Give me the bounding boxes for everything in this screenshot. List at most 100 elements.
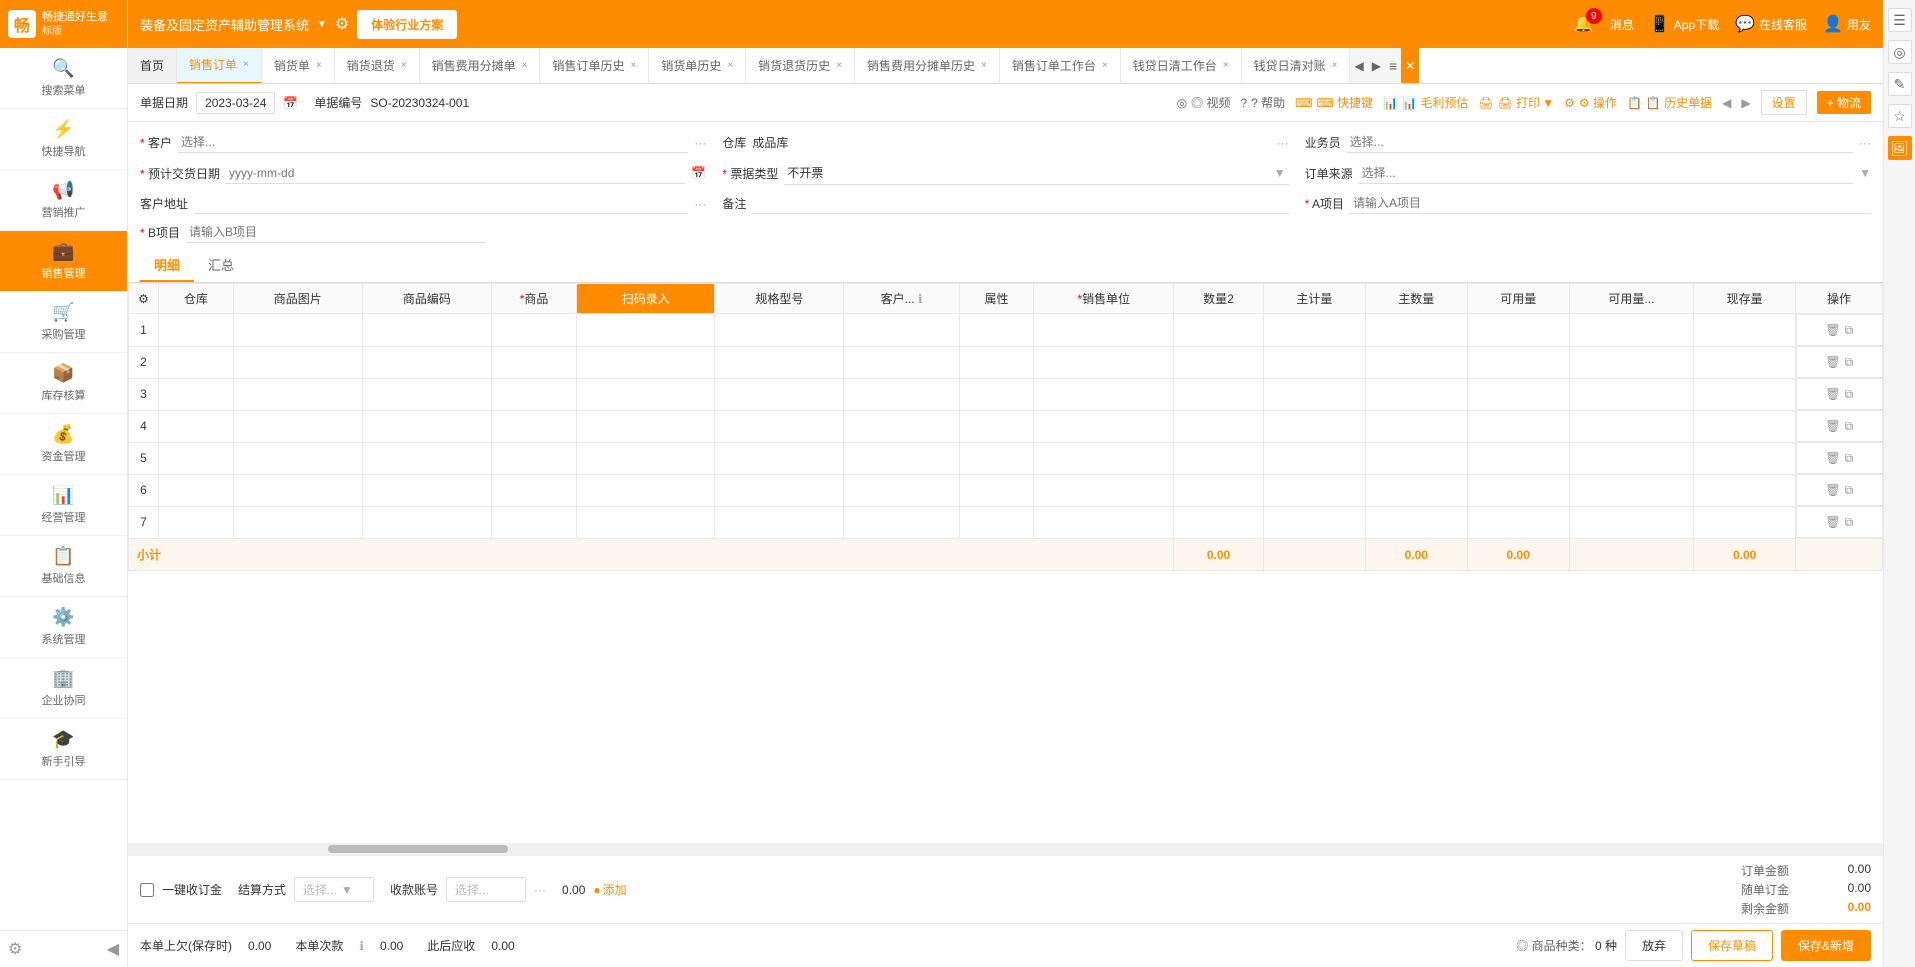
- toolbar-profit-btn[interactable]: 📊 📊 毛利预估: [1383, 94, 1468, 111]
- row-6-cr[interactable]: [844, 474, 959, 506]
- tab-close-sales-return[interactable]: ×: [316, 60, 322, 71]
- warehouse-more-icon[interactable]: ···: [1277, 136, 1289, 150]
- row-3-mq[interactable]: [1365, 378, 1467, 410]
- row-6-spec[interactable]: [715, 474, 844, 506]
- toolbar-history-btn[interactable]: 📋 📋 历史单据: [1627, 94, 1712, 111]
- row-1-delete-icon[interactable]: 🗑: [1825, 323, 1840, 337]
- row-1-product-image[interactable]: [233, 314, 362, 347]
- b-project-input[interactable]: [186, 222, 486, 243]
- tab-order-workbench[interactable]: 销售订单工作台 ×: [1000, 48, 1121, 84]
- row-4-av[interactable]: [1467, 410, 1569, 442]
- row-5-q2[interactable]: [1174, 442, 1264, 474]
- row-4-s[interactable]: [577, 410, 715, 442]
- topbar-settings-icon[interactable]: ⚙: [335, 14, 349, 34]
- delivery-calendar-icon[interactable]: 📅: [691, 166, 706, 180]
- tab-close-receivable-workbench[interactable]: ×: [1223, 60, 1229, 71]
- scrollbar-thumb[interactable]: [328, 845, 508, 853]
- tab-refund-history[interactable]: 销货退货历史 ×: [746, 48, 855, 84]
- row-2-spec[interactable]: [715, 346, 844, 378]
- tab-detail[interactable]: 明细: [140, 249, 194, 282]
- sidebar-item-shortcut[interactable]: ⚡ 快捷导航: [0, 109, 127, 170]
- row-7-mu[interactable]: [1263, 506, 1365, 539]
- row-5-pi[interactable]: [233, 442, 362, 474]
- row-6-s[interactable]: [577, 474, 715, 506]
- row-7-pc[interactable]: [362, 506, 491, 539]
- row-1-sales-unit[interactable]: [1034, 314, 1174, 347]
- row-7-su[interactable]: [1034, 506, 1174, 539]
- sidebar-item-purchase[interactable]: 🛒 采购管理: [0, 292, 127, 353]
- row-1-scan[interactable]: [577, 314, 715, 347]
- row-3-su[interactable]: [1034, 378, 1174, 410]
- tab-close-receivable-reconcile[interactable]: ×: [1332, 60, 1338, 71]
- row-1-warehouse[interactable]: [159, 314, 234, 347]
- toolbar-nav-next[interactable]: ▶: [1741, 96, 1750, 110]
- row-3-delete-icon[interactable]: 🗑: [1825, 387, 1840, 401]
- tab-receivable-workbench[interactable]: 钱贷日清工作台 ×: [1121, 48, 1242, 84]
- row-2-main-unit[interactable]: [1263, 346, 1365, 378]
- row-1-attributes[interactable]: [959, 314, 1034, 347]
- settings-button[interactable]: 设置: [1761, 90, 1807, 115]
- address-input[interactable]: [194, 193, 688, 214]
- row-7-spec[interactable]: [715, 506, 844, 539]
- row-1-main-unit[interactable]: [1263, 314, 1365, 347]
- row-3-pc[interactable]: [362, 378, 491, 410]
- notice-item[interactable]: 🔔 9 消息: [1574, 14, 1634, 34]
- sidebar-item-guide[interactable]: 🎓 新手引导: [0, 719, 127, 780]
- sidebar-item-marketing[interactable]: 📢 营销推广: [0, 170, 127, 231]
- row-7-mq[interactable]: [1365, 506, 1467, 539]
- salesperson-input[interactable]: [1347, 132, 1853, 153]
- right-btn-list[interactable]: ☰: [1888, 8, 1912, 32]
- salesperson-more-icon[interactable]: ···: [1859, 136, 1871, 150]
- right-btn-image[interactable]: 🖼: [1888, 136, 1912, 160]
- invoice-select[interactable]: 不开票 ▼: [784, 161, 1288, 185]
- tab-menu-nav[interactable]: ≡: [1385, 48, 1401, 84]
- toolbar-shortcut-btn[interactable]: ⌨ ⌨ 快捷键: [1295, 94, 1373, 111]
- customer-more-icon[interactable]: ···: [694, 136, 706, 150]
- row-1-product-code[interactable]: [362, 314, 491, 347]
- row-2-warehouse[interactable]: [159, 346, 234, 378]
- tab-close-sales-refund[interactable]: ×: [401, 60, 407, 71]
- row-2-copy-icon[interactable]: ⧉: [1845, 355, 1854, 370]
- row-6-delete-icon[interactable]: 🗑: [1825, 483, 1840, 497]
- row-5-attr[interactable]: [959, 442, 1034, 474]
- row-1-current-stock[interactable]: [1694, 314, 1796, 347]
- row-4-attr[interactable]: [959, 410, 1034, 442]
- row-6-mq[interactable]: [1365, 474, 1467, 506]
- row-6-p[interactable]: [491, 474, 576, 506]
- row-6-attr[interactable]: [959, 474, 1034, 506]
- row-5-cr[interactable]: [844, 442, 959, 474]
- tab-sales-order-history[interactable]: 销售订单历史 ×: [540, 48, 649, 84]
- user-item[interactable]: 👤 用友: [1823, 14, 1871, 34]
- row-3-av[interactable]: [1467, 378, 1569, 410]
- row-5-mq[interactable]: [1365, 442, 1467, 474]
- one-click-checkbox[interactable]: [140, 883, 154, 897]
- row-2-available2[interactable]: [1569, 346, 1694, 378]
- sidebar-item-basic[interactable]: 📋 基础信息: [0, 536, 127, 597]
- row-6-pc[interactable]: [362, 474, 491, 506]
- online-service-item[interactable]: 💬 在线客服: [1735, 14, 1807, 34]
- tab-fee-history[interactable]: 销售费用分摊单历史 ×: [855, 48, 1000, 84]
- sidebar-item-sales[interactable]: 💼 销售管理: [0, 231, 127, 292]
- col-settings[interactable]: ⚙: [129, 284, 159, 314]
- tab-sales-refund[interactable]: 销货退货 ×: [335, 48, 420, 84]
- row-7-cr[interactable]: [844, 506, 959, 539]
- row-3-copy-icon[interactable]: ⧉: [1845, 387, 1854, 402]
- row-3-s[interactable]: [577, 378, 715, 410]
- row-7-pi[interactable]: [233, 506, 362, 539]
- row-5-copy-icon[interactable]: ⧉: [1845, 451, 1854, 466]
- row-3-pi[interactable]: [233, 378, 362, 410]
- row-4-su[interactable]: [1034, 410, 1174, 442]
- row-3-cr[interactable]: [844, 378, 959, 410]
- tab-close-order-workbench[interactable]: ×: [1102, 60, 1108, 71]
- a-project-input[interactable]: [1350, 193, 1871, 214]
- row-1-customer-ref[interactable]: [844, 314, 959, 347]
- row-6-mu[interactable]: [1263, 474, 1365, 506]
- row-4-pi[interactable]: [233, 410, 362, 442]
- sidebar-item-system[interactable]: ⚙️ 系统管理: [0, 597, 127, 658]
- row-3-spec[interactable]: [715, 378, 844, 410]
- row-1-available[interactable]: [1467, 314, 1569, 347]
- customer-input[interactable]: [178, 132, 688, 153]
- row-3-mu[interactable]: [1263, 378, 1365, 410]
- tab-next-nav[interactable]: ▶: [1368, 48, 1385, 84]
- row-3-p[interactable]: [491, 378, 576, 410]
